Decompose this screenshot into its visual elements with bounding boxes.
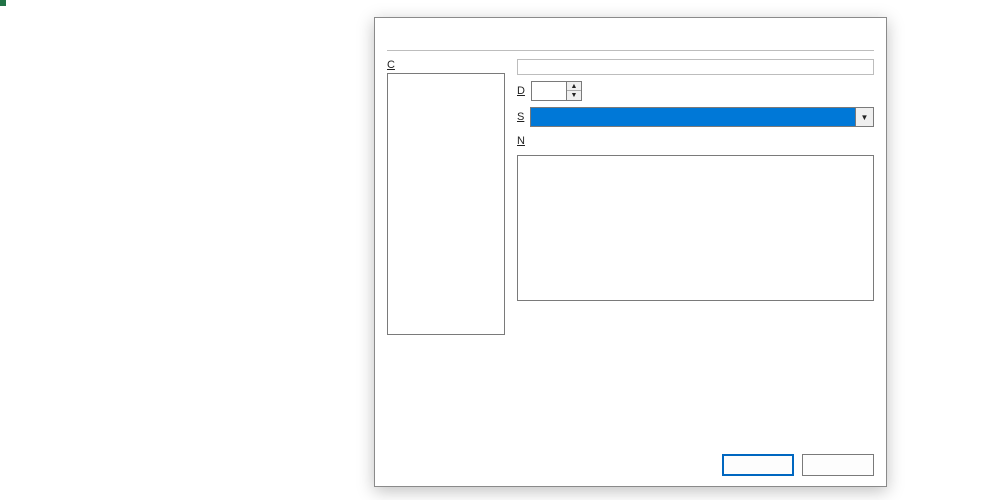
chevron-down-icon[interactable]: ▼ (856, 107, 874, 127)
help-button[interactable] (800, 19, 840, 47)
titlebar (375, 18, 886, 48)
decimal-places-input[interactable] (532, 82, 566, 100)
selection-handle[interactable] (0, 0, 6, 6)
close-button[interactable] (840, 19, 880, 47)
negative-numbers-label: N (517, 135, 874, 147)
symbol-value (530, 107, 856, 127)
decimal-places-spinner[interactable]: ▲ ▼ (531, 81, 582, 101)
category-label: C (387, 59, 505, 71)
tabstrip (387, 50, 874, 51)
spinner-down-icon[interactable]: ▼ (567, 91, 581, 100)
selection-frame (0, 0, 4, 4)
category-list[interactable] (387, 73, 505, 335)
sample-box (517, 59, 874, 75)
ok-button[interactable] (722, 454, 794, 476)
spinner-up-icon[interactable]: ▲ (567, 82, 581, 91)
cancel-button[interactable] (802, 454, 874, 476)
negative-numbers-list[interactable] (517, 155, 874, 301)
format-cells-dialog: C D ▲ ▼ (374, 17, 887, 487)
decimal-places-label: D (517, 85, 525, 97)
symbol-label: S (517, 111, 524, 123)
symbol-combo[interactable]: ▼ (530, 107, 874, 127)
